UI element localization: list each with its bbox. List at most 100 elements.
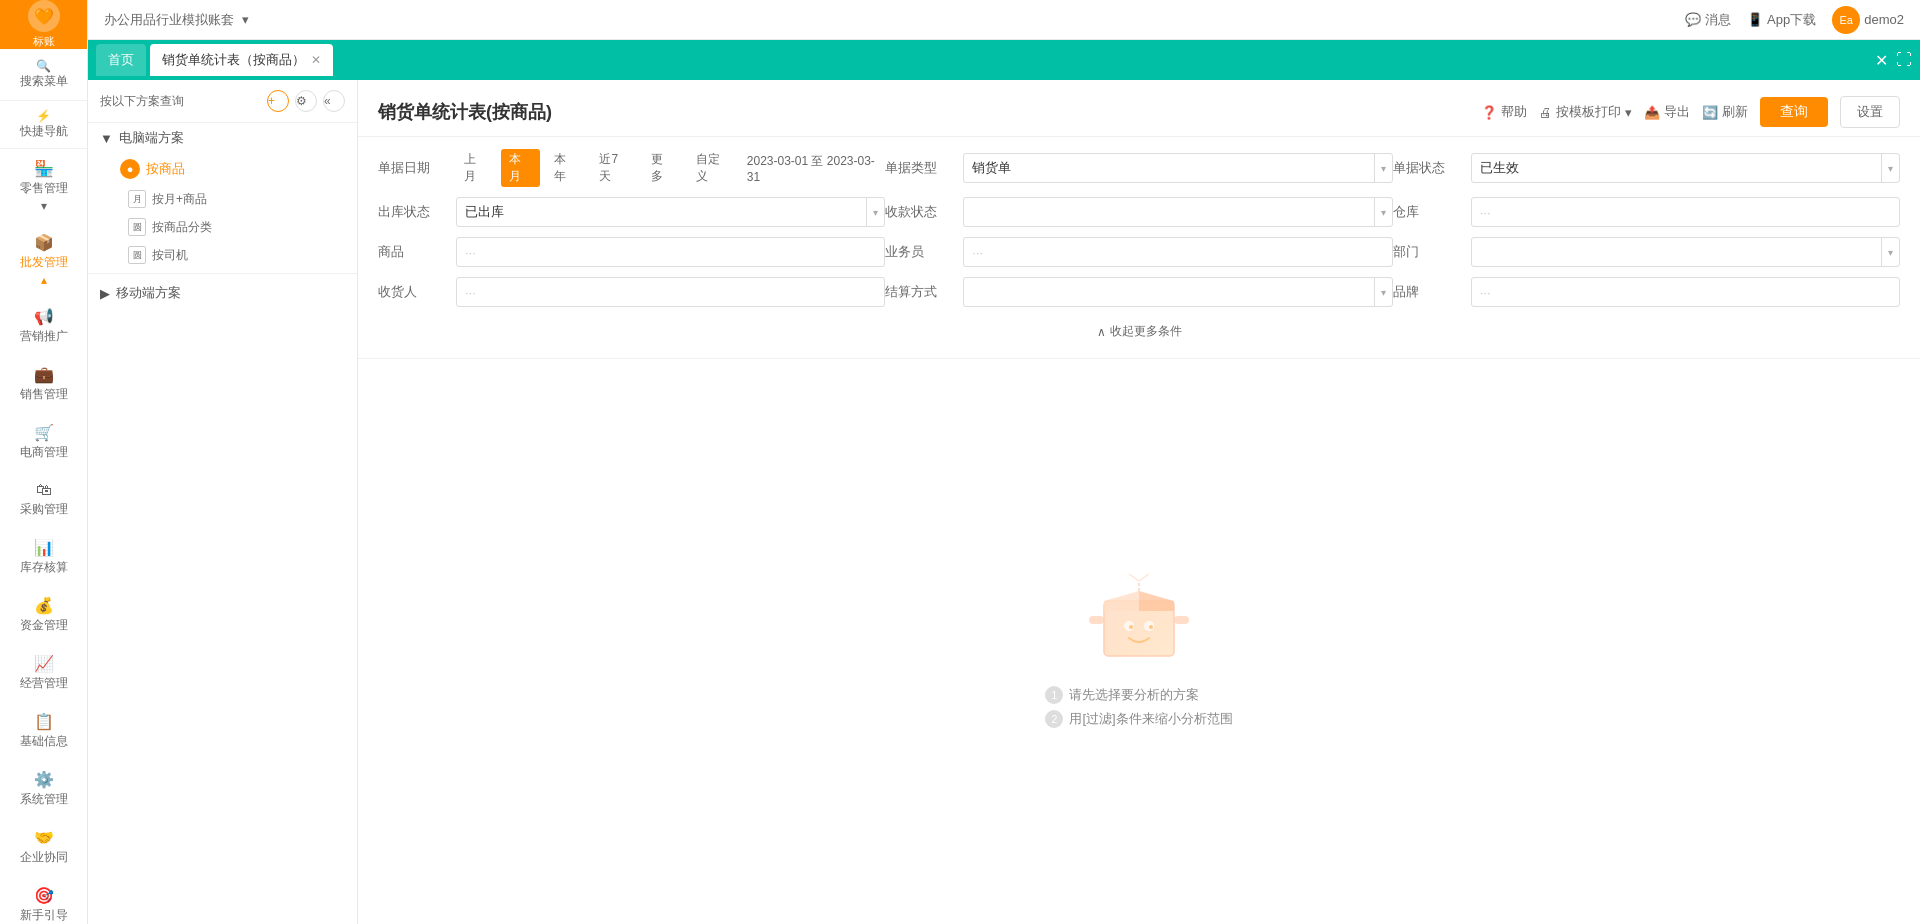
settle-dropdown-btn[interactable]: ▾ [1374,278,1392,306]
app-logo[interactable]: 🧡 标账 [0,0,88,49]
quick-nav[interactable]: ⚡ 快捷导航 [0,101,87,149]
recipient-input[interactable]: ··· [456,277,885,307]
date-range: 2023-03-01 至 2023-03-31 [747,153,886,184]
tree-by-warehouse[interactable]: 圆 按司机 [88,241,357,269]
bill-type-input[interactable]: 销货单 ▾ [963,153,1392,183]
add-scheme-btn[interactable]: + [267,90,289,112]
brand-dots: ··· [1480,285,1491,300]
help-btn[interactable]: ❓ 帮助 [1481,103,1527,121]
sidebar-item-finance[interactable]: 💰 资金管理 [0,586,87,644]
sales-label: 销售管理 [20,386,68,403]
receive-status-input[interactable]: ▾ [963,197,1392,227]
inventory-icon: 📊 [34,538,54,557]
tab-close-icon[interactable]: ✕ [311,53,321,67]
print-btn[interactable]: 🖨 按模板打印 ▾ [1539,103,1632,121]
date-last-month[interactable]: 上月 [456,149,495,187]
out-status-input[interactable]: 已出库 ▾ [456,197,885,227]
tree-mobile-label: 移动端方案 [116,284,181,302]
sales-icon: 💼 [34,365,54,384]
brand-input[interactable]: ··· [1471,277,1900,307]
department-label: 部门 [1393,243,1463,261]
department-dropdown-btn[interactable]: ▾ [1881,238,1899,266]
tree-by-goods[interactable]: ● 按商品 [88,153,357,185]
date-this-year[interactable]: 本年 [546,149,585,187]
sidebar-item-basic[interactable]: 📋 基础信息 [0,702,87,760]
sidebar-item-operations[interactable]: 📈 经营管理 [0,644,87,702]
goods-dots: ··· [465,245,476,260]
settle-input[interactable]: ▾ [963,277,1392,307]
finance-icon: 💰 [34,596,54,615]
tree-by-category[interactable]: 圆 按商品分类 [88,213,357,241]
refresh-label: 刷新 [1722,103,1748,121]
ecommerce-icon: 🛒 [34,423,54,442]
bill-status-label: 单据状态 [1393,159,1463,177]
export-label: 导出 [1664,103,1690,121]
date-this-month[interactable]: 本月 [501,149,540,187]
tab-report[interactable]: 销货单统计表（按商品） ✕ [150,44,333,76]
page-title: 销货单统计表(按商品) [378,100,552,124]
refresh-btn[interactable]: 🔄 刷新 [1702,103,1748,121]
bill-status-chevron-icon: ▾ [1888,163,1893,174]
avatar: Ea [1832,6,1860,34]
tree-mobile[interactable]: ▶ 移动端方案 [88,278,357,308]
bill-status-dropdown-btn[interactable]: ▾ [1881,154,1899,182]
message-btn[interactable]: 💬 消息 [1685,11,1731,29]
salesman-input[interactable]: ··· [963,237,1392,267]
sidebar-search[interactable]: 🔍 搜索菜单 [0,49,87,101]
left-panel-title: 按以下方案查询 [100,93,261,110]
collapse-btn[interactable]: ∧ 收起更多条件 [378,317,1900,346]
tree-by-month-goods[interactable]: 月 按月+商品 [88,185,357,213]
goods-input[interactable]: ··· [456,237,885,267]
date-custom[interactable]: 自定义 [688,149,739,187]
bill-type-dropdown-btn[interactable]: ▾ [1374,154,1392,182]
tree-category-icon: 圆 [128,218,146,236]
sidebar-item-purchase[interactable]: 🛍 采购管理 [0,471,87,528]
tab-home-label: 首页 [108,51,134,69]
sidebar-item-system[interactable]: ⚙️ 系统管理 [0,760,87,818]
breadcrumb-chevron: ▾ [242,12,249,27]
sidebar-item-ecommerce[interactable]: 🛒 电商管理 [0,413,87,471]
top-header: 办公用品行业模拟账套 ▾ 💬 消息 📱 App下载 Ea demo2 [88,0,1920,40]
department-input[interactable]: ▾ [1471,237,1900,267]
receive-status-dropdown-btn[interactable]: ▾ [1374,198,1392,226]
out-status-chevron-icon: ▾ [873,207,878,218]
app-download-btn[interactable]: 📱 App下载 [1747,11,1816,29]
collapse-panel-btn[interactable]: « [323,90,345,112]
sidebar-item-enterprise[interactable]: 🤝 企业协同 [0,818,87,876]
user-profile[interactable]: Ea demo2 [1832,6,1904,34]
department-chevron-icon: ▾ [1888,247,1893,258]
window-maximize-btn[interactable]: ⛶ [1896,51,1912,69]
settings-scheme-btn[interactable]: ⚙ [295,90,317,112]
settle-chevron-icon: ▾ [1381,287,1386,298]
date-last-7-days[interactable]: 近7天 [591,149,637,187]
warehouse-input[interactable]: ··· [1471,197,1900,227]
out-status-dropdown-btn[interactable]: ▾ [866,198,884,226]
search-label: 搜索菜单 [20,74,68,88]
bill-status-input[interactable]: 已生效 ▾ [1471,153,1900,183]
query-btn[interactable]: 查询 [1760,97,1828,127]
export-btn[interactable]: 📤 导出 [1644,103,1690,121]
tab-home[interactable]: 首页 [96,44,146,76]
sidebar-item-marketing[interactable]: 📢 营销推广 [0,297,87,355]
left-panel: 按以下方案查询 + ⚙ « ▼ 电脑端方案 ● [88,80,358,924]
tip-num-1: 1 [1045,686,1063,704]
filter-row-4: 收货人 ··· 结算方式 ▾ [378,277,1900,307]
empty-state: 1 请先选择要分析的方案 2 用[过滤]条件来缩小分析范围 [358,359,1920,924]
sidebar-item-sales[interactable]: 💼 销售管理 [0,355,87,413]
sidebar-item-wholesale[interactable]: 📦 批发管理 ▴ [0,223,87,297]
wholesale-icon: 📦 [34,233,54,252]
settings-btn[interactable]: 设置 [1840,96,1900,128]
refresh-icon: 🔄 [1702,105,1718,120]
page-title-bar: 销货单统计表(按商品) ❓ 帮助 🖨 按模板打印 ▾ 📤 导出 [358,80,1920,137]
svg-point-3 [1129,625,1133,629]
date-more[interactable]: 更多 [643,149,682,187]
tree-desktop[interactable]: ▼ 电脑端方案 [88,123,357,153]
sidebar-item-inventory[interactable]: 📊 库存核算 [0,528,87,586]
tree-mobile-expand-icon: ▶ [100,286,110,301]
sidebar-item-guide[interactable]: 🎯 新手引导 [0,876,87,924]
window-close-btn[interactable]: ✕ [1875,51,1888,70]
export-icon: 📤 [1644,105,1660,120]
sidebar-item-retail[interactable]: 🏪 零售管理 ▾ [0,149,87,223]
message-icon: 💬 [1685,12,1701,27]
ecommerce-label: 电商管理 [20,444,68,461]
